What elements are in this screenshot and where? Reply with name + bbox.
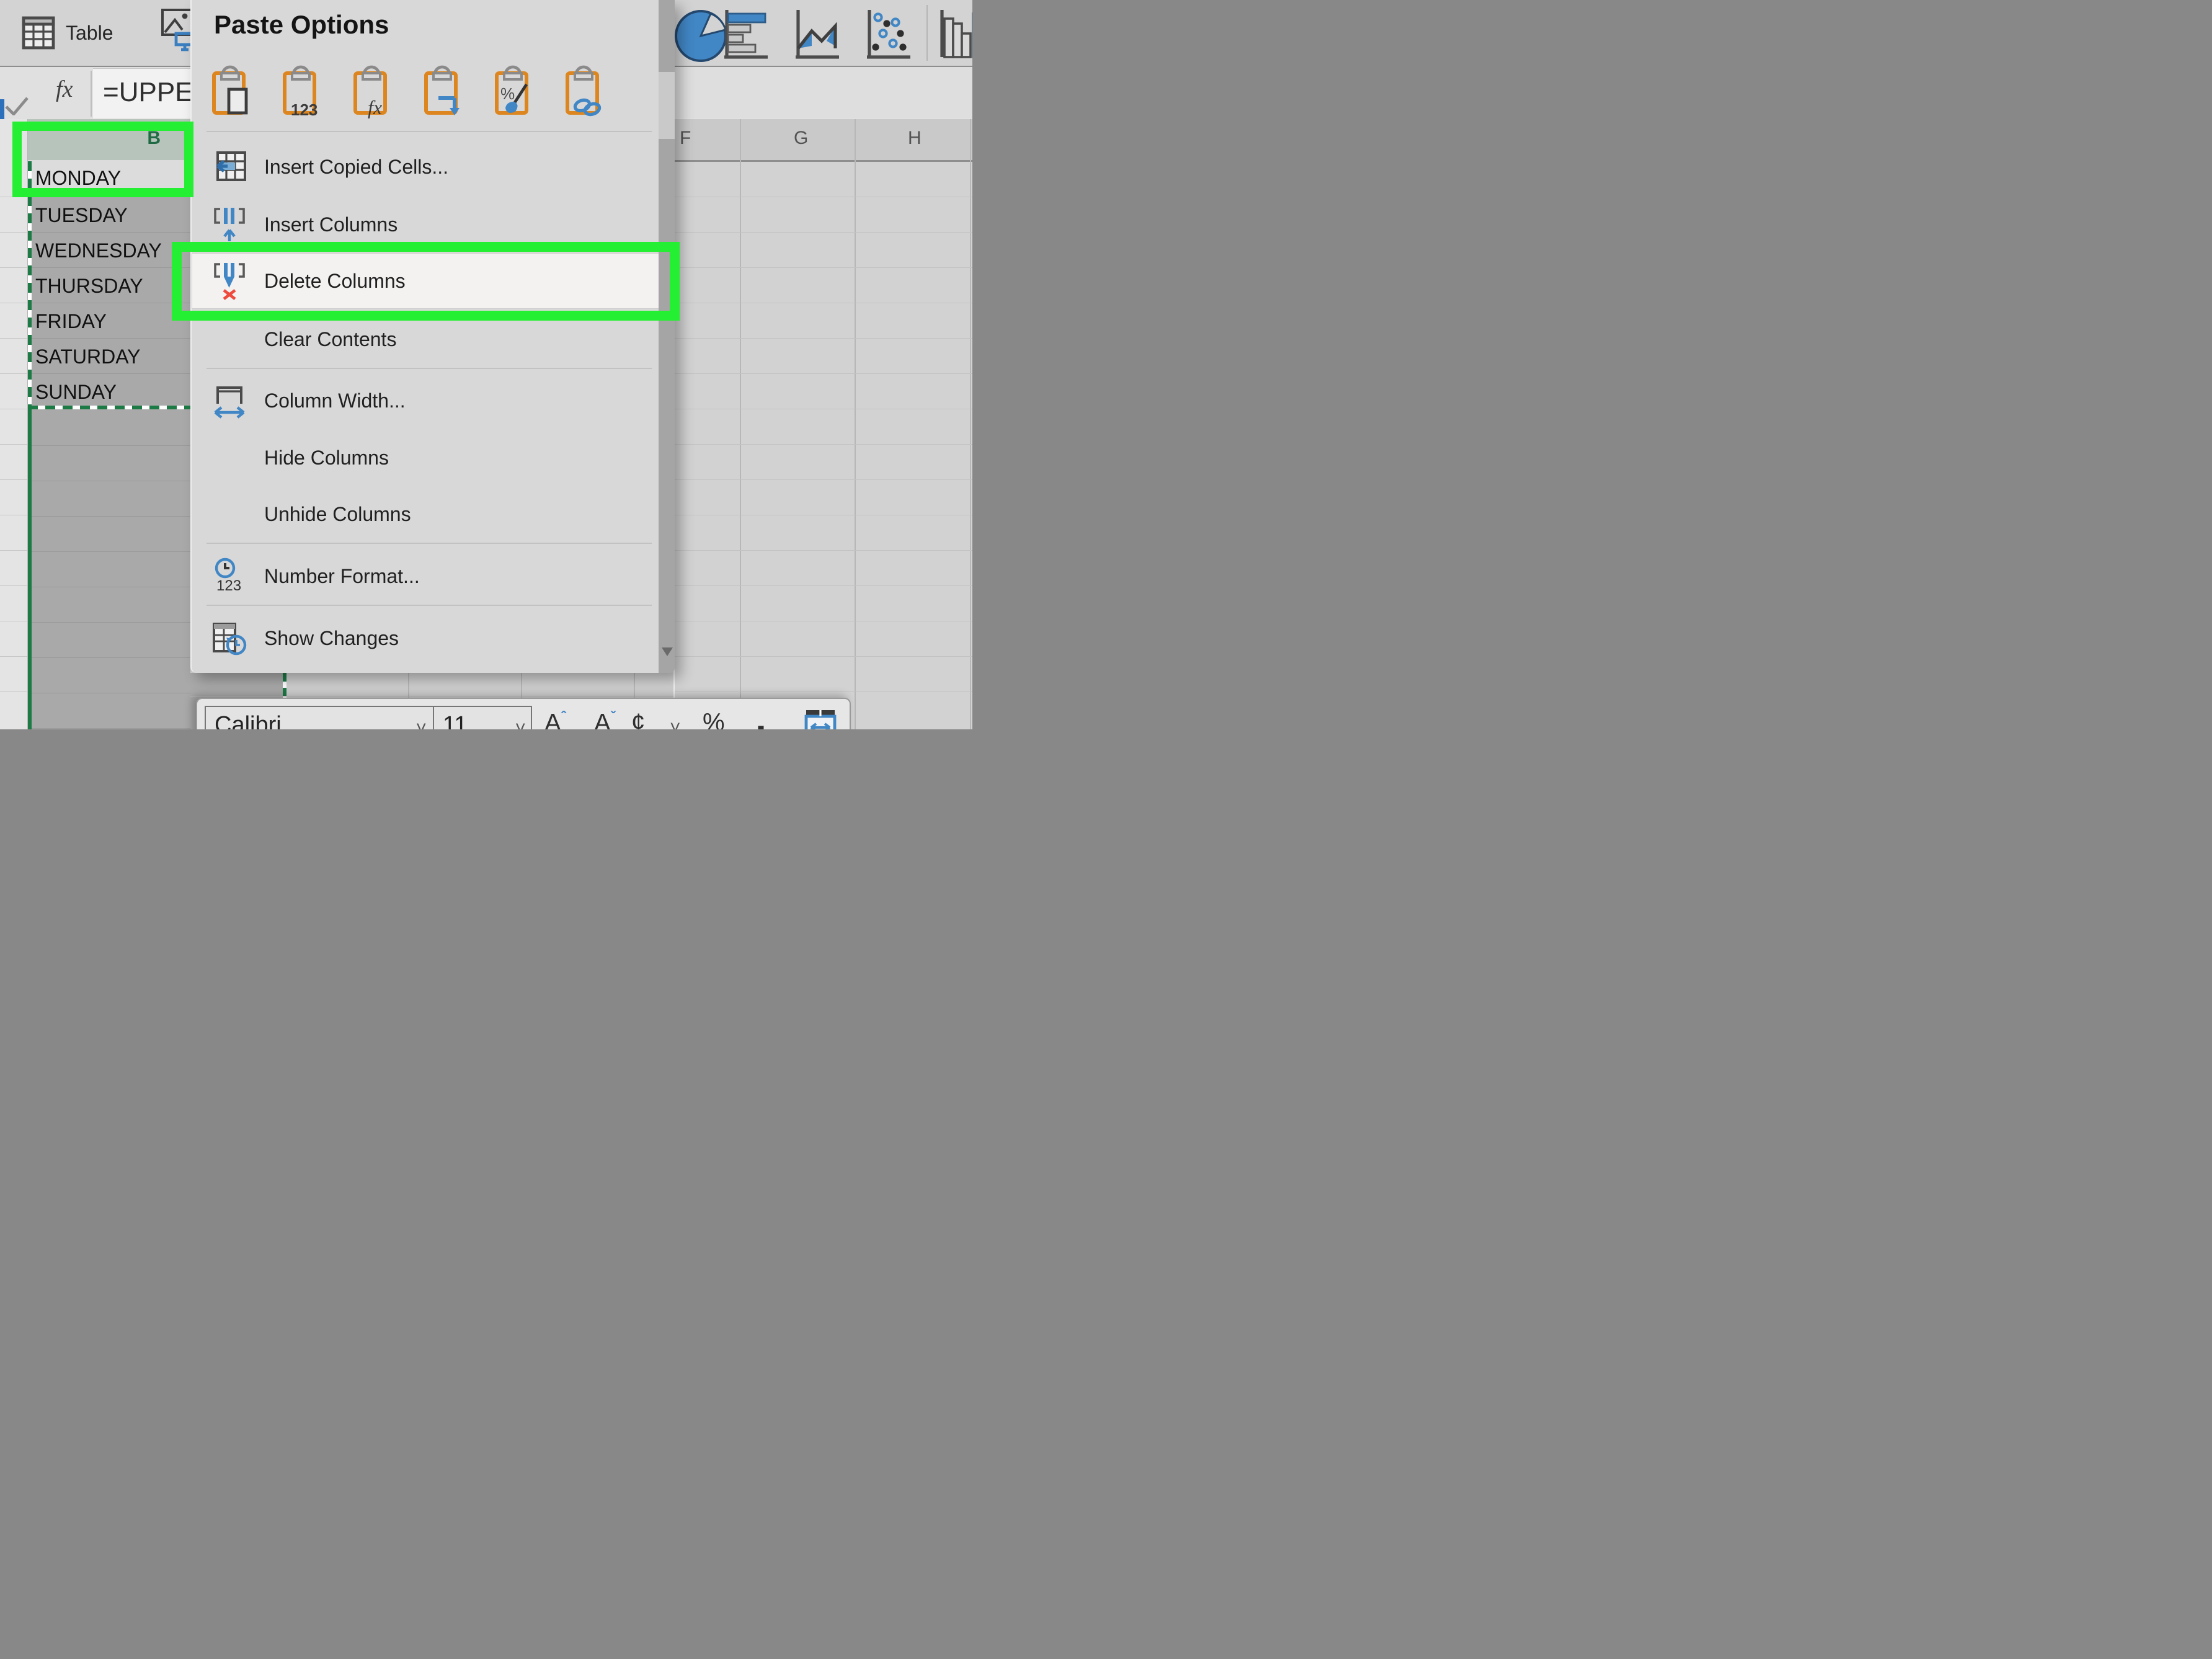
ribbon-group-divider: [926, 5, 928, 61]
menu-item-number-format[interactable]: 123 Number Format...: [192, 557, 663, 595]
gridline: [970, 119, 971, 729]
paste-icon[interactable]: [210, 64, 251, 120]
gridline: [675, 444, 972, 445]
bar-chart-icon[interactable]: [723, 9, 770, 61]
gridline: [740, 119, 741, 729]
menu-item-label: Hide Columns: [264, 446, 389, 469]
annotation-box-column-b: [12, 122, 193, 197]
histogram-chart-icon[interactable]: [938, 9, 972, 61]
menu-separator: [207, 543, 652, 544]
insert-copied-cells-icon: [210, 148, 249, 186]
menu-item-label: Clear Contents: [264, 327, 397, 350]
annotation-box-delete-columns: [172, 242, 680, 321]
number-format-icon: 123: [210, 557, 249, 595]
paste-formatting-icon[interactable]: %: [493, 64, 534, 120]
currency-format-button[interactable]: ¢: [631, 709, 645, 729]
menu-item-label: Insert Copied Cells...: [264, 155, 449, 178]
gridline: [675, 267, 972, 268]
menu-item-insert-columns[interactable]: Insert Columns: [192, 205, 663, 244]
menu-item-show-changes[interactable]: Show Changes: [192, 619, 663, 657]
column-header-f[interactable]: F: [680, 128, 691, 149]
pie-chart-icon[interactable]: [670, 6, 732, 64]
cell-b3[interactable]: WEDNESDAY: [35, 233, 190, 269]
menu-item-unhide-columns[interactable]: Unhide Columns: [192, 495, 663, 533]
cell-b6[interactable]: SATURDAY: [35, 339, 190, 375]
menu-item-label: Show Changes: [264, 626, 399, 649]
column-header-h[interactable]: H: [908, 128, 922, 149]
formula-bar-right: [673, 67, 972, 118]
cell-b4[interactable]: THURSDAY: [35, 268, 190, 304]
cell-b2[interactable]: TUESDAY: [35, 197, 190, 233]
font-size-value: 11: [443, 712, 468, 729]
floating-format-toolbar: Calibri ˅ 11 ˅ Aˆ Aˇ ¢ ˅ % ,: [196, 695, 851, 729]
comma-format-button[interactable]: ,: [755, 695, 766, 729]
column-a-sliver: [0, 119, 28, 729]
marching-ants-bottom-border: [28, 406, 190, 409]
cell-b5[interactable]: FRIDAY: [35, 303, 190, 339]
menu-item-label: Unhide Columns: [264, 502, 411, 525]
menu-item-hide-columns[interactable]: Hide Columns: [192, 438, 663, 477]
scroll-down-arrow-icon[interactable]: [662, 647, 673, 656]
chevron-down-icon[interactable]: ˅: [670, 718, 681, 729]
chevron-down-icon: ˅: [415, 718, 427, 729]
table-button-label: Table: [66, 21, 113, 44]
name-box-edge: [0, 99, 4, 119]
gridline: [675, 585, 972, 586]
scatter-chart-icon[interactable]: [866, 9, 913, 61]
font-name-select[interactable]: Calibri ˅: [205, 706, 434, 729]
show-changes-icon: [210, 619, 249, 657]
column-header-g[interactable]: G: [794, 128, 808, 149]
menu-separator: [207, 368, 652, 369]
column-width-icon: [210, 381, 249, 420]
paste-link-icon[interactable]: [564, 64, 605, 120]
svg-text:123: 123: [291, 100, 318, 119]
table-icon: [21, 14, 56, 51]
svg-text:fx: fx: [368, 96, 382, 118]
insert-columns-icon: [210, 205, 249, 244]
menu-separator: [207, 131, 652, 132]
insert-table-button[interactable]: Table: [21, 9, 139, 57]
context-menu: Paste Options 123 fx % Insert Copied Cel…: [190, 0, 675, 673]
paste-values-icon[interactable]: 123: [281, 64, 322, 120]
excel-screenshot: Table fx =UPPER F G H B MONDAY TUESDAY W…: [0, 0, 972, 729]
gridline: [675, 232, 972, 233]
menu-item-label: Number Format...: [264, 564, 420, 587]
column-header-row: [675, 119, 972, 162]
column-b-selected-body: MONDAY TUESDAY WEDNESDAY THURSDAY FRIDAY…: [28, 160, 190, 729]
font-name-value: Calibri: [215, 712, 282, 729]
shrink-font-button[interactable]: Aˇ: [594, 709, 616, 729]
gridline: [855, 119, 856, 729]
menu-item-clear-contents[interactable]: Clear Contents: [192, 320, 663, 358]
paste-options-row: 123 fx %: [210, 64, 644, 124]
cell-b7[interactable]: SUNDAY: [35, 374, 190, 410]
gridline: [675, 373, 972, 374]
insert-function-icon[interactable]: fx: [56, 76, 73, 103]
percent-format-button[interactable]: %: [703, 709, 725, 729]
selection-border-green: [28, 409, 32, 729]
gridline: [675, 550, 972, 551]
menu-scrollbar-thumb[interactable]: [659, 72, 675, 139]
chevron-down-icon: ˅: [515, 718, 526, 729]
menu-item-label: Column Width...: [264, 389, 406, 412]
paste-formulas-icon[interactable]: fx: [352, 64, 393, 120]
paste-transpose-icon[interactable]: [422, 64, 463, 120]
menu-item-column-width[interactable]: Column Width...: [192, 381, 663, 420]
enter-checkmark-icon[interactable]: [5, 97, 29, 115]
menu-item-label: Insert Columns: [264, 213, 398, 236]
autofit-width-icon[interactable]: [804, 708, 837, 729]
svg-text:%: %: [500, 84, 515, 103]
font-size-select[interactable]: 11 ˅: [433, 706, 532, 729]
gridline: [675, 656, 972, 657]
formula-bar-divider: [91, 71, 92, 117]
gridline: [675, 338, 972, 339]
gridline: [675, 479, 972, 480]
paste-options-header: Paste Options: [214, 10, 389, 39]
grow-font-button[interactable]: Aˆ: [544, 709, 566, 729]
menu-separator: [207, 605, 652, 606]
sheet-right-region: F G H: [673, 119, 972, 729]
menu-item-insert-copied-cells[interactable]: Insert Copied Cells...: [192, 148, 663, 186]
line-chart-icon[interactable]: [794, 9, 842, 61]
sheet-left-region: B MONDAY TUESDAY WEDNESDAY THURSDAY FRID…: [0, 119, 190, 729]
svg-text:123: 123: [216, 577, 241, 594]
